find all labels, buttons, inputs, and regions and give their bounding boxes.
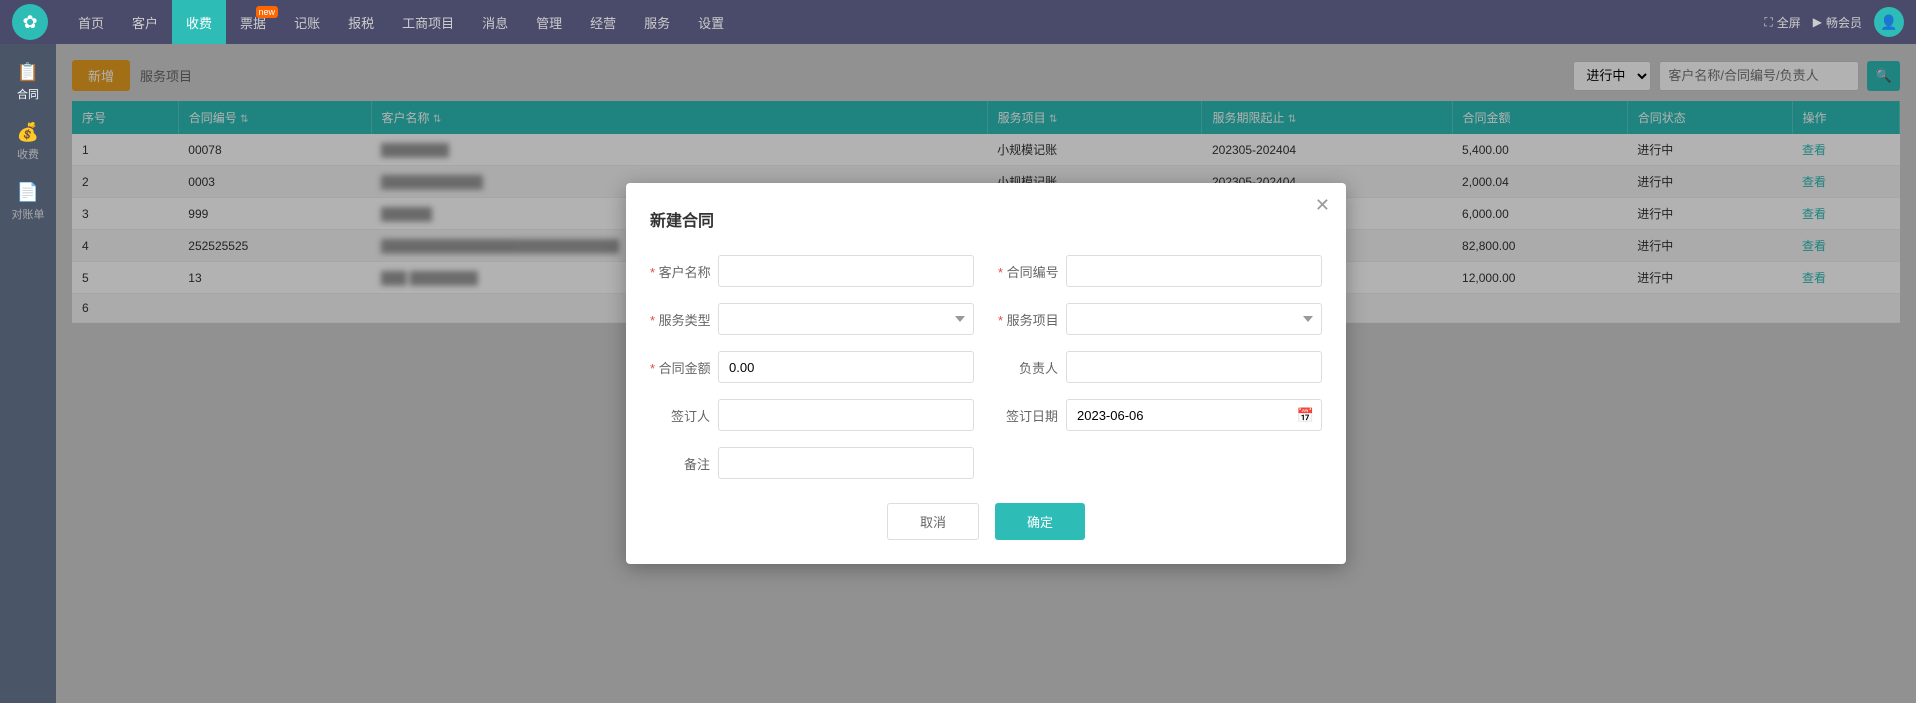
contract-icon: 📋: [17, 62, 39, 83]
fullscreen-button[interactable]: ⛶ 全屏: [1764, 14, 1800, 31]
modal-footer: 取消 确定: [650, 503, 1322, 540]
form-row-3: 合同金额 负责人: [650, 351, 1322, 383]
cancel-button[interactable]: 取消: [887, 503, 979, 540]
select-service-type[interactable]: [718, 303, 974, 335]
sidebar-item-reconciliation[interactable]: 📄 对账单: [2, 174, 54, 230]
nav-account[interactable]: 记账: [280, 0, 334, 44]
input-signer[interactable]: [718, 399, 974, 431]
nav-home[interactable]: 首页: [64, 0, 118, 44]
app-logo: ✿: [12, 4, 48, 40]
label-note: 备注: [650, 454, 710, 473]
sidebar: 📋 合同 💰 收费 📄 对账单: [0, 44, 56, 703]
nav-customer[interactable]: 客户: [118, 0, 172, 44]
form-group-service-type: 服务类型: [650, 303, 974, 335]
nav-invoice[interactable]: 票据 new: [226, 0, 280, 44]
main-content: 新增 服务项目 进行中 已结束 全部 🔍 序号 合同编号 ⇅ 客户名称 ⇅ 服务…: [56, 44, 1916, 703]
member-label: 畅会员: [1826, 14, 1862, 31]
nav-business[interactable]: 工商项目: [388, 0, 468, 44]
form-group-customer-name: 客户名称: [650, 255, 974, 287]
nav-settings[interactable]: 设置: [684, 0, 738, 44]
sidebar-item-contract[interactable]: 📋 合同: [2, 54, 54, 110]
form-row-5: 备注: [650, 447, 1322, 479]
nav-manage[interactable]: 管理: [522, 0, 576, 44]
form-row-2: 服务类型 服务项目: [650, 303, 1322, 335]
form-row-1: 客户名称 合同编号: [650, 255, 1322, 287]
member-button[interactable]: ▶ 畅会员: [1813, 14, 1862, 31]
top-navigation: ✿ 首页 客户 收费 票据 new 记账 报税 工商项目 消息 管理 经营 服务…: [0, 0, 1916, 44]
form-group-signer: 签订人: [650, 399, 974, 431]
form-group-responsible: 负责人: [998, 351, 1322, 383]
modal-overlay: ✕ 新建合同 客户名称 合同编号 服务类型: [56, 44, 1916, 703]
fullscreen-label: 全屏: [1777, 14, 1801, 31]
nav-right-section: ⛶ 全屏 ▶ 畅会员 👤: [1764, 7, 1904, 37]
form-group-service-item: 服务项目: [998, 303, 1322, 335]
form-group-contract-no: 合同编号: [998, 255, 1322, 287]
calendar-icon[interactable]: 📅: [1297, 407, 1314, 424]
label-contract-amount: 合同金额: [650, 358, 710, 377]
label-service-item: 服务项目: [998, 310, 1058, 329]
confirm-button[interactable]: 确定: [995, 503, 1085, 540]
form-group-sign-date: 签订日期 📅: [998, 399, 1322, 431]
form-row-4: 签订人 签订日期 📅: [650, 399, 1322, 431]
modal-title: 新建合同: [650, 207, 1322, 231]
input-note[interactable]: [718, 447, 974, 479]
date-input-wrapper: 📅: [1066, 399, 1322, 431]
form-group-amount: 合同金额: [650, 351, 974, 383]
select-service-item[interactable]: [1066, 303, 1322, 335]
nav-operation[interactable]: 经营: [576, 0, 630, 44]
nav-message[interactable]: 消息: [468, 0, 522, 44]
reconciliation-icon: 📄: [17, 182, 39, 203]
sidebar-label-billing: 收费: [17, 146, 39, 162]
input-responsible-person[interactable]: [1066, 351, 1322, 383]
label-customer-name: 客户名称: [650, 262, 710, 281]
avatar[interactable]: 👤: [1874, 7, 1904, 37]
new-badge: new: [256, 6, 279, 18]
sidebar-label-contract: 合同: [17, 86, 39, 102]
nav-billing[interactable]: 收费: [172, 0, 226, 44]
main-layout: 📋 合同 💰 收费 📄 对账单 新增 服务项目 进行中 已结束 全部 🔍: [0, 44, 1916, 703]
modal-close-button[interactable]: ✕: [1315, 195, 1330, 216]
label-sign-date: 签订日期: [998, 406, 1058, 425]
sidebar-label-reconciliation: 对账单: [12, 206, 45, 222]
play-icon: ▶: [1813, 15, 1822, 29]
label-responsible-person: 负责人: [998, 358, 1058, 377]
label-contract-no: 合同编号: [998, 262, 1058, 281]
label-signer: 签订人: [650, 406, 710, 425]
input-contract-no[interactable]: [1066, 255, 1322, 287]
new-contract-modal: ✕ 新建合同 客户名称 合同编号 服务类型: [626, 183, 1346, 564]
input-contract-amount[interactable]: [718, 351, 974, 383]
fullscreen-icon: ⛶: [1764, 15, 1772, 30]
nav-service[interactable]: 服务: [630, 0, 684, 44]
input-sign-date[interactable]: [1066, 399, 1322, 431]
form-group-note: 备注: [650, 447, 974, 479]
input-customer-name[interactable]: [718, 255, 974, 287]
nav-tax[interactable]: 报税: [334, 0, 388, 44]
sidebar-item-billing[interactable]: 💰 收费: [2, 114, 54, 170]
label-service-type: 服务类型: [650, 310, 710, 329]
billing-icon: 💰: [17, 122, 39, 143]
